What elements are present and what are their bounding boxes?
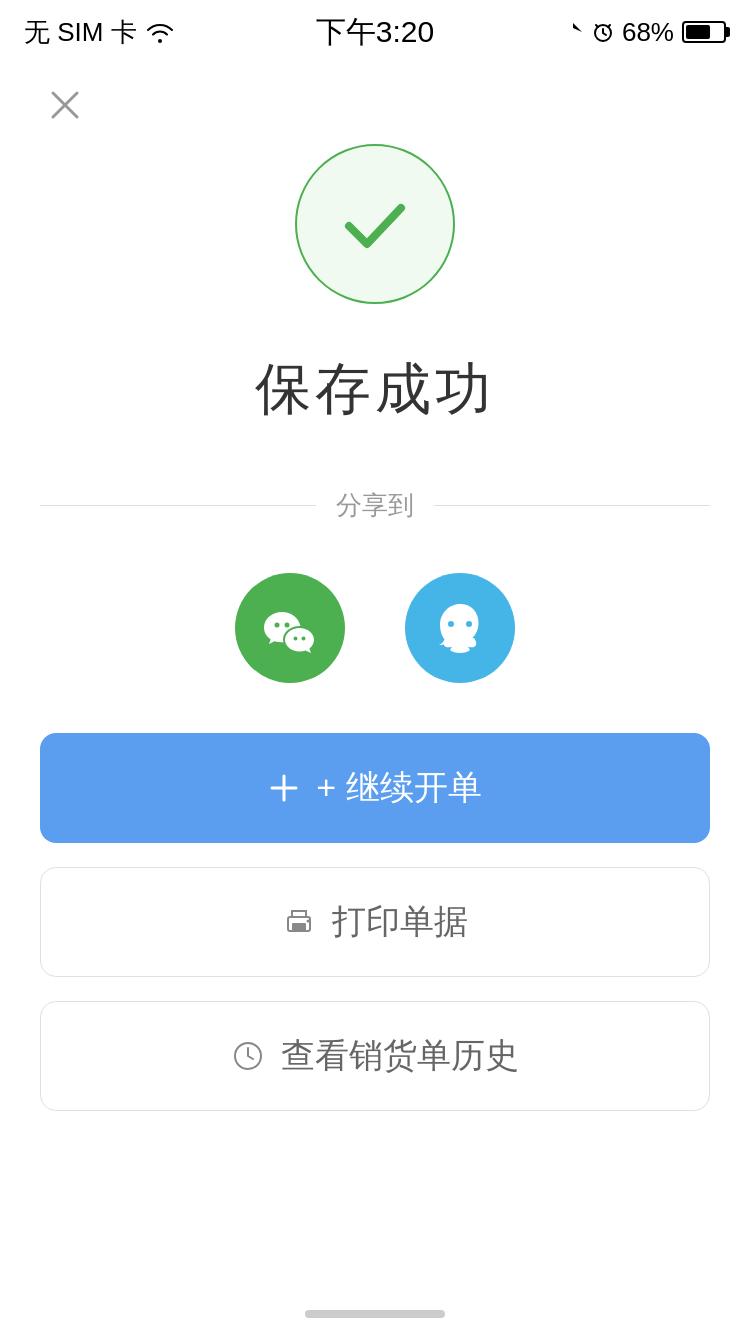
home-indicator [305, 1310, 445, 1318]
main-content: 保存成功 分享到 [0, 64, 750, 1111]
share-wechat-button[interactable] [235, 573, 345, 683]
status-bar: 无 SIM 卡 下午3:20 68% [0, 0, 750, 64]
plus-icon [268, 772, 300, 804]
print-label: 打印单据 [332, 899, 468, 945]
print-icon [282, 905, 316, 939]
continue-label: + 继续开单 [316, 765, 481, 811]
wechat-icon [258, 596, 322, 660]
close-button[interactable] [40, 80, 90, 130]
share-divider-right [434, 505, 710, 506]
success-title: 保存成功 [255, 352, 495, 428]
no-sim-text: 无 SIM 卡 [24, 15, 137, 50]
share-qq-button[interactable] [405, 573, 515, 683]
history-icon [231, 1039, 265, 1073]
share-divider-row: 分享到 [40, 488, 710, 523]
continue-button[interactable]: + 继续开单 [40, 733, 710, 843]
status-left: 无 SIM 卡 [24, 15, 175, 50]
share-section: 分享到 [0, 488, 750, 683]
history-label: 查看销货单历史 [281, 1033, 519, 1079]
history-button[interactable]: 查看销货单历史 [40, 1001, 710, 1111]
share-buttons-row [40, 573, 710, 683]
battery-percent: 68% [622, 17, 674, 48]
action-buttons: + 继续开单 打印单据 查看销货单历史 [0, 733, 750, 1111]
location-icon [562, 21, 584, 43]
svg-rect-6 [292, 923, 306, 931]
share-label: 分享到 [336, 488, 414, 523]
svg-point-7 [307, 920, 310, 923]
wifi-icon [145, 21, 175, 43]
alarm-icon [592, 21, 614, 43]
success-circle [295, 144, 455, 304]
print-button[interactable]: 打印单据 [40, 867, 710, 977]
status-time: 下午3:20 [316, 12, 434, 53]
share-divider-left [40, 505, 316, 506]
qq-icon [428, 596, 492, 660]
close-icon [47, 87, 83, 123]
checkmark-icon [335, 184, 415, 264]
status-right: 68% [562, 17, 726, 48]
battery-icon [682, 21, 726, 43]
